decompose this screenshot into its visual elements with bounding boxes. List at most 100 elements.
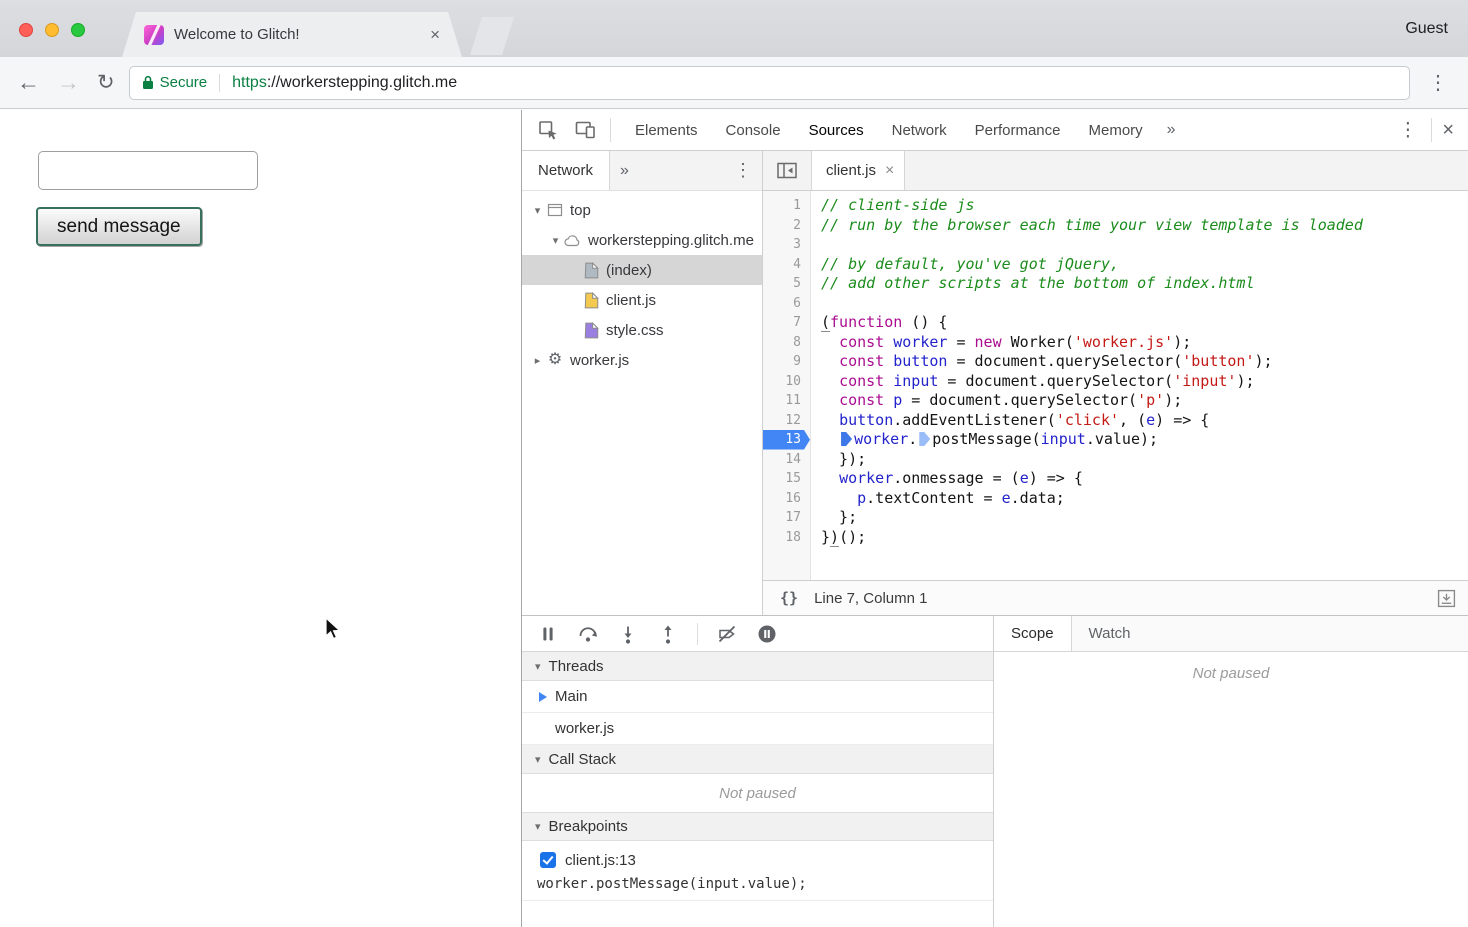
navigator-item-top[interactable]: ▾top xyxy=(522,195,762,225)
more-tabs-icon[interactable]: » xyxy=(1167,121,1176,139)
gutter-line-6[interactable]: 6 xyxy=(763,294,810,314)
devtools-tab-sources[interactable]: Sources xyxy=(795,110,878,150)
call-stack-section-header[interactable]: ▾ Call Stack xyxy=(522,745,993,774)
address-bar[interactable]: Secure https://workerstepping.glitch.me xyxy=(129,66,1410,100)
devtools-tab-performance[interactable]: Performance xyxy=(961,110,1075,150)
breakpoint-code-snippet[interactable]: worker.postMessage(input.value); xyxy=(522,875,993,901)
navigator-menu-icon[interactable]: ⋮ xyxy=(734,160,762,181)
toolbar-separator xyxy=(1431,118,1432,142)
breakpoint-entry[interactable]: client.js:13 xyxy=(522,845,993,875)
toolbar-separator xyxy=(610,118,611,142)
gutter-line-8[interactable]: 8 xyxy=(763,333,810,353)
chevron-right-icon[interactable]: ▸ xyxy=(530,354,545,367)
chevron-down-icon[interactable]: ▾ xyxy=(530,204,545,217)
gutter-line-14[interactable]: 14 xyxy=(763,450,810,470)
browser-tab[interactable]: Welcome to Glitch! × xyxy=(122,12,462,57)
sidebar-tab-watch[interactable]: Watch xyxy=(1072,616,1148,651)
zoom-window-button[interactable] xyxy=(71,23,85,37)
code-line-1: // client-side js xyxy=(821,196,1468,216)
devtools-tab-memory[interactable]: Memory xyxy=(1075,110,1157,150)
inspect-element-icon[interactable] xyxy=(538,120,559,141)
chevron-down-icon: ▾ xyxy=(535,753,541,766)
message-input[interactable] xyxy=(38,151,258,190)
step-over-icon[interactable] xyxy=(577,623,599,645)
new-tab-button[interactable] xyxy=(470,17,514,55)
gutter-line-12[interactable]: 12 xyxy=(763,411,810,431)
secure-label: Secure xyxy=(160,74,208,91)
breakpoint-checkbox[interactable] xyxy=(540,852,556,868)
chevron-down-icon[interactable]: ▾ xyxy=(548,234,563,247)
code-lines: // client-side js// run by the browser e… xyxy=(811,191,1468,580)
call-stack-title: Call Stack xyxy=(549,751,617,768)
navigator-item-worker-js[interactable]: ▸⚙worker.js xyxy=(522,345,762,375)
debugger-toolbar xyxy=(522,616,993,652)
gutter-line-7[interactable]: 7 xyxy=(763,313,810,333)
document-icon xyxy=(581,262,601,279)
browser-navbar: ← → ↻ Secure https://workerstepping.glit… xyxy=(0,57,1468,109)
gutter-line-2[interactable]: 2 xyxy=(763,216,810,236)
code-gutter: 123456789101112131415161718 xyxy=(763,191,811,580)
thread-row-worker-js[interactable]: worker.js xyxy=(522,713,993,745)
gutter-line-9[interactable]: 9 xyxy=(763,352,810,372)
gutter-line-13[interactable]: 13 xyxy=(763,430,810,450)
call-stack-empty-label: Not paused xyxy=(522,774,993,812)
step-into-icon[interactable] xyxy=(617,623,639,645)
gutter-line-4[interactable]: 4 xyxy=(763,255,810,275)
gutter-line-15[interactable]: 15 xyxy=(763,469,810,489)
gutter-line-16[interactable]: 16 xyxy=(763,489,810,509)
editor-tab-close-icon[interactable]: × xyxy=(885,162,894,180)
breakpoint-location-label: client.js:13 xyxy=(565,852,636,869)
gutter-line-5[interactable]: 5 xyxy=(763,274,810,294)
inline-breakpoint-marker[interactable] xyxy=(841,432,852,446)
send-message-button[interactable]: send message xyxy=(36,207,202,246)
breakpoints-section-header[interactable]: ▾ Breakpoints xyxy=(522,812,993,841)
browser-menu-icon[interactable]: ⋮ xyxy=(1428,70,1448,95)
code-line-11: const p = document.querySelector('p'); xyxy=(821,391,1468,411)
navigator-item--index-[interactable]: (index) xyxy=(522,255,762,285)
tab-close-icon[interactable]: × xyxy=(430,25,440,45)
editor-tab-clientjs[interactable]: client.js × xyxy=(811,151,905,190)
gutter-line-3[interactable]: 3 xyxy=(763,235,810,255)
code-line-9: const button = document.querySelector('b… xyxy=(821,352,1468,372)
code-line-3 xyxy=(821,235,1468,255)
navigator-item-label: worker.js xyxy=(570,352,629,369)
devtools-tab-network[interactable]: Network xyxy=(878,110,961,150)
navigator-item-workerstepping-glitch-me[interactable]: ▾workerstepping.glitch.me xyxy=(522,225,762,255)
gutter-line-1[interactable]: 1 xyxy=(763,196,810,216)
close-window-button[interactable] xyxy=(19,23,33,37)
hide-navigator-icon[interactable] xyxy=(763,151,811,190)
devtools-tab-console[interactable]: Console xyxy=(712,110,795,150)
gutter-line-18[interactable]: 18 xyxy=(763,528,810,548)
devtools-tab-elements[interactable]: Elements xyxy=(621,110,712,150)
code-area[interactable]: 123456789101112131415161718 // client-si… xyxy=(763,191,1468,580)
devtools-menu-icon[interactable]: ⋮ xyxy=(1386,119,1429,142)
step-out-icon[interactable] xyxy=(657,623,679,645)
url-text[interactable]: https://workerstepping.glitch.me xyxy=(232,74,457,92)
forward-icon: → xyxy=(57,71,80,94)
devtools-tabs: ElementsConsoleSourcesNetworkPerformance… xyxy=(621,110,1157,150)
navigator-item-client-js[interactable]: client.js xyxy=(522,285,762,315)
sidebar-tab-scope[interactable]: Scope xyxy=(994,616,1072,651)
toggle-drawer-icon[interactable] xyxy=(1437,589,1456,608)
navigator-item-style-css[interactable]: style.css xyxy=(522,315,762,345)
threads-section-header[interactable]: ▾ Threads xyxy=(522,652,993,681)
device-toolbar-icon[interactable] xyxy=(575,120,596,140)
pause-on-exceptions-icon[interactable] xyxy=(756,623,778,645)
pause-script-icon[interactable] xyxy=(537,623,559,645)
minimize-window-button[interactable] xyxy=(45,23,59,37)
thread-row-main[interactable]: Main xyxy=(522,681,993,713)
inline-breakpoint-marker[interactable] xyxy=(919,432,930,446)
guest-profile-label[interactable]: Guest xyxy=(1405,20,1448,38)
gutter-line-17[interactable]: 17 xyxy=(763,508,810,528)
deactivate-breakpoints-icon[interactable] xyxy=(716,623,738,645)
navigator-tab-network[interactable]: Network xyxy=(522,151,610,190)
back-icon[interactable]: ← xyxy=(17,71,40,94)
navigator-more-tabs-icon[interactable]: » xyxy=(620,162,629,180)
gutter-line-10[interactable]: 10 xyxy=(763,372,810,392)
sources-navigator: Network » ⋮ ▾top▾workerstepping.glitch.m… xyxy=(522,151,763,615)
pretty-print-icon[interactable]: {} xyxy=(780,589,798,607)
gutter-line-11[interactable]: 11 xyxy=(763,391,810,411)
reload-icon[interactable]: ↻ xyxy=(97,72,115,93)
code-line-4: // by default, you've got jQuery, xyxy=(821,255,1468,275)
devtools-close-icon[interactable]: × xyxy=(1434,119,1468,142)
